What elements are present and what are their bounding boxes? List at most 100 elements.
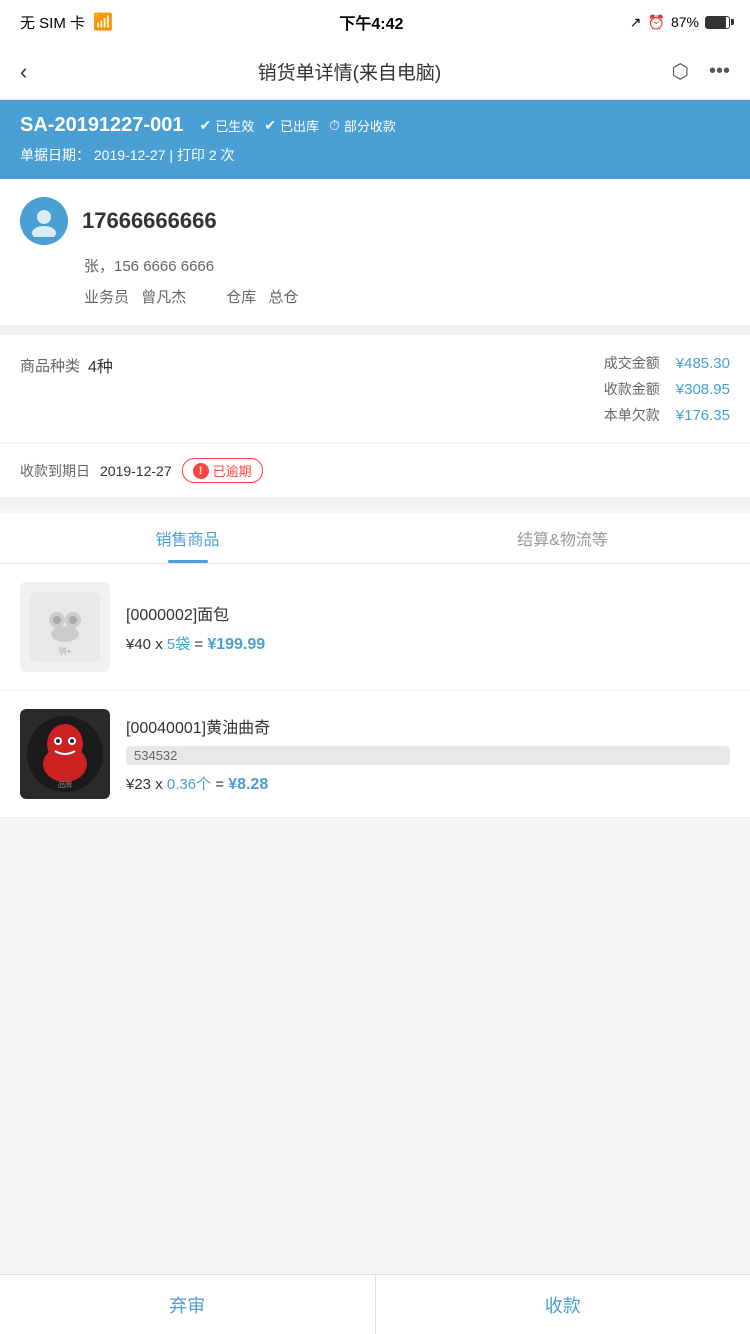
- summary-row: 商品种类 4种 成交金额 ¥485.30 收款金额 ¥308.95 本单欠款 ¥…: [20, 353, 730, 425]
- print-unit: 次: [221, 147, 235, 163]
- product-info-1: [0000002]面包 ¥40 x 5袋 = ¥199.99: [126, 582, 730, 672]
- status-bar: 无 SIM 卡 📶 下午4:42 ↗ ⏰ 87%: [0, 0, 750, 44]
- product-item-2: 品牌 [00040001]黄油曲奇 534532 ¥23 x 0.36个 = ¥…: [0, 691, 750, 818]
- svg-text:鸮+: 鸮+: [59, 646, 72, 656]
- tabs-row: 销售商品 结算&物流等: [0, 513, 750, 563]
- amount-row-3: 本单欠款 ¥176.35: [604, 405, 730, 425]
- customer-meta: 业务员 曾凡杰 仓库 总仓: [84, 286, 730, 307]
- amount-value: ¥485.30: [676, 355, 730, 372]
- product-image-1: 鸮+: [20, 582, 110, 672]
- amount-row-2: 收款金额 ¥308.95: [604, 379, 730, 399]
- checkmark-icon-1: ✔: [199, 117, 211, 134]
- sales-label: 业务员: [84, 289, 129, 306]
- header-banner: SA-20191227-001 ✔ 已生效 ✔ 已出库 ⏱ 部分收款 单据日期：…: [0, 100, 750, 179]
- product-info-2: [00040001]黄油曲奇 534532 ¥23 x 0.36个 = ¥8.2…: [126, 709, 730, 799]
- shipped-label: 已出库: [280, 116, 319, 135]
- product-qty-2: 0.36个: [167, 776, 211, 793]
- product-name-1: [0000002]面包: [126, 601, 730, 625]
- nav-actions: ⬡ •••: [672, 59, 730, 84]
- avatar: [20, 197, 68, 245]
- more-icon[interactable]: •••: [709, 60, 730, 83]
- product-eq-2: =: [215, 776, 228, 793]
- tab1-label: 销售商品: [155, 526, 219, 550]
- carrier-label: 无 SIM 卡: [20, 12, 85, 33]
- product-tag-2: 534532: [126, 746, 730, 765]
- product-price-row-1: ¥40 x 5袋 = ¥199.99: [126, 633, 730, 654]
- overdue-icon: !: [193, 463, 209, 479]
- status-right: ↗ ⏰ 87%: [630, 14, 730, 31]
- summary-section: 商品种类 4种 成交金额 ¥485.30 收款金额 ¥308.95 本单欠款 ¥…: [0, 335, 750, 443]
- product-list: 鸮+ [0000002]面包 ¥40 x 5袋 = ¥199.99: [0, 564, 750, 818]
- order-date: 2019-12-27: [94, 147, 166, 163]
- amount-label: 成交金额: [604, 353, 660, 373]
- due-date-value: 2019-12-27: [100, 463, 172, 479]
- sales-value: 曾凡杰: [141, 289, 186, 306]
- product-eq-1: =: [194, 636, 207, 653]
- summary-right: 成交金额 ¥485.30 收款金额 ¥308.95 本单欠款 ¥176.35: [604, 353, 730, 425]
- product-price-2: ¥23 x: [126, 776, 167, 793]
- due-date-section: 收款到期日 2019-12-27 ! 已逾期: [0, 443, 750, 497]
- amount-row-1: 成交金额 ¥485.30: [604, 353, 730, 373]
- customer-phone-number: 17666666666: [82, 208, 217, 234]
- status-badge-partial: ⏱ 部分收款: [329, 116, 396, 135]
- date-label: 单据日期：: [20, 147, 90, 163]
- tab-settlement[interactable]: 结算&物流等: [375, 513, 750, 563]
- tab-sales-products[interactable]: 销售商品: [0, 513, 375, 563]
- receipt-value: ¥308.95: [676, 381, 730, 398]
- bottom-bar: 弃审 收款: [0, 1274, 750, 1334]
- print-label: 打印: [177, 147, 205, 163]
- bottom-spacer: [0, 818, 750, 898]
- battery-percentage: 87%: [671, 14, 699, 30]
- location-icon: ↗: [630, 14, 642, 31]
- summary-left: 商品种类 4种: [20, 353, 113, 377]
- status-badge-shipped: ✔ 已出库: [264, 116, 319, 135]
- sales-item: 业务员 曾凡杰: [84, 286, 186, 307]
- debt-value: ¥176.35: [676, 407, 730, 424]
- overdue-text: 已逾期: [213, 461, 252, 480]
- warehouse-value: 总仓: [268, 289, 298, 306]
- type-count: 4种: [88, 353, 113, 377]
- warehouse-item: 仓库 总仓: [226, 286, 298, 307]
- print-separator: |: [169, 147, 177, 163]
- alarm-icon: ⏰: [648, 14, 665, 31]
- debt-label: 本单欠款: [604, 405, 660, 425]
- product-total-2: ¥8.28: [228, 776, 268, 793]
- product-item-1: 鸮+ [0000002]面包 ¥40 x 5袋 = ¥199.99: [0, 564, 750, 691]
- product-image-2: 品牌: [20, 709, 110, 799]
- header-date: 单据日期： 2019-12-27 | 打印 2 次: [20, 145, 730, 165]
- collect-payment-button[interactable]: 收款: [376, 1275, 750, 1334]
- partial-label: 部分收款: [344, 116, 396, 135]
- customer-top: 17666666666: [20, 197, 730, 245]
- abandon-review-button[interactable]: 弃审: [0, 1275, 376, 1334]
- product-name-2: [00040001]黄油曲奇: [126, 714, 730, 738]
- customer-section: 17666666666 张，156 6666 6666 业务员 曾凡杰 仓库 总…: [0, 179, 750, 325]
- customer-name-phone: 张，156 6666 6666: [84, 255, 730, 276]
- due-date-label: 收款到期日: [20, 461, 90, 481]
- clock-icon: ⏱: [329, 117, 340, 134]
- page-title: 销货单详情(来自电脑): [258, 58, 442, 85]
- tabs-section: 销售商品 结算&物流等: [0, 513, 750, 564]
- status-badge-effective: ✔ 已生效: [199, 116, 254, 135]
- product-price-row-2: ¥23 x 0.36个 = ¥8.28: [126, 773, 730, 794]
- svg-text:品牌: 品牌: [58, 780, 72, 789]
- receipt-label: 收款金额: [604, 379, 660, 399]
- product-price-1: ¥40 x: [126, 636, 167, 653]
- type-label: 商品种类: [20, 355, 80, 376]
- status-badges: ✔ 已生效 ✔ 已出库 ⏱ 部分收款: [199, 116, 395, 135]
- tab2-label: 结算&物流等: [517, 526, 608, 550]
- status-left: 无 SIM 卡 📶: [20, 12, 113, 33]
- header-top: SA-20191227-001 ✔ 已生效 ✔ 已出库 ⏱ 部分收款: [20, 114, 730, 137]
- effective-label: 已生效: [215, 116, 254, 135]
- share-icon[interactable]: ⬡: [672, 59, 689, 84]
- wifi-icon: 📶: [93, 12, 113, 32]
- back-button[interactable]: ‹: [20, 59, 27, 85]
- battery-icon: [705, 16, 730, 29]
- order-id: SA-20191227-001: [20, 114, 183, 137]
- divider-2: [0, 497, 750, 507]
- status-time: 下午4:42: [339, 10, 403, 34]
- print-num: 2: [209, 147, 217, 163]
- nav-bar: ‹ 销货单详情(来自电脑) ⬡ •••: [0, 44, 750, 100]
- checkmark-icon-2: ✔: [264, 117, 276, 134]
- divider-1: [0, 325, 750, 335]
- product-placeholder-1: 鸮+: [20, 582, 110, 672]
